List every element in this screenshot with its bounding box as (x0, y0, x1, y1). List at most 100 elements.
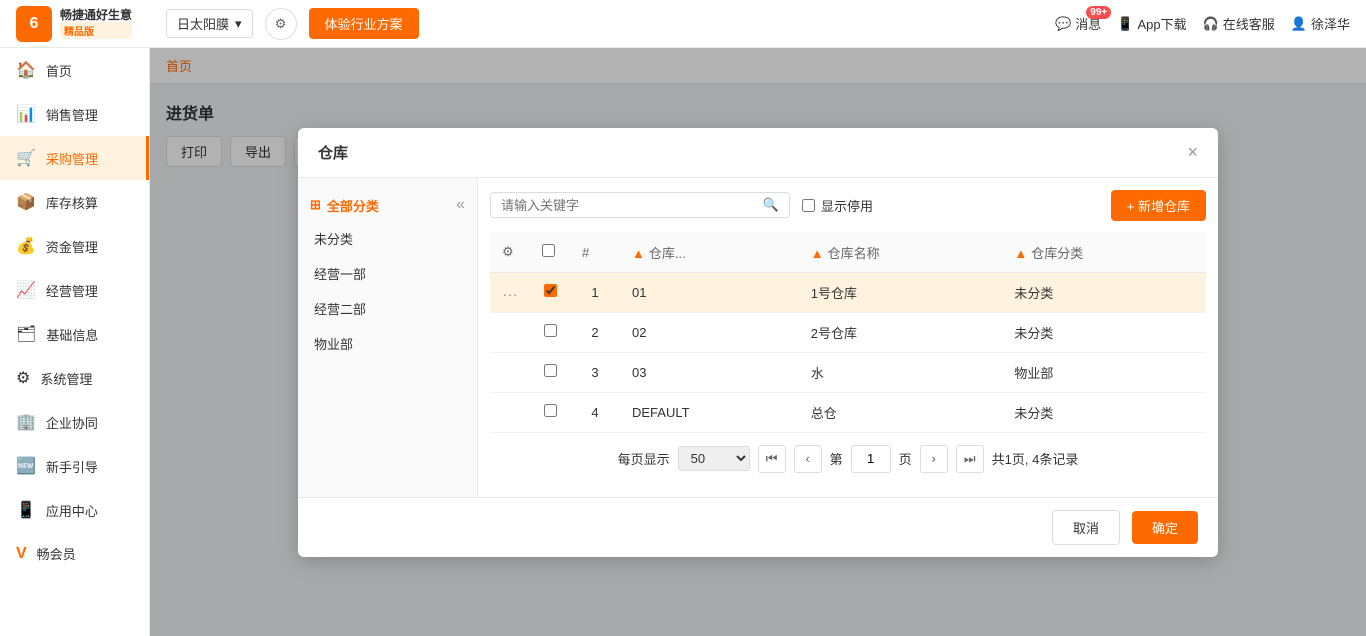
search-icon: 🔍 (763, 197, 779, 213)
modal-overlay: 仓库 × ⊞ 全部分类 « 未分类 (150, 48, 1366, 636)
sales-icon: 📊 (16, 104, 36, 124)
user-profile-button[interactable]: 👤 徐泽华 (1291, 14, 1350, 33)
search-box: 🔍 (490, 192, 790, 218)
row-code-3: 03 (620, 352, 799, 392)
pagination: 每页显示 50 100 200 ⏮ ‹ (490, 433, 1206, 485)
row-actions: … (490, 272, 530, 312)
sidebar-label-member: 畅会员 (37, 544, 76, 563)
next-page-button[interactable]: › (920, 445, 948, 473)
message-badge: 99+ (1086, 6, 1111, 19)
row-actions-2 (490, 312, 530, 352)
row-checkbox[interactable] (544, 404, 557, 417)
app-download-button[interactable]: 📱 App下载 (1117, 14, 1186, 33)
sidebar-item-sales[interactable]: 📊 销售管理 (0, 92, 149, 136)
last-page-button[interactable]: ⏭ (956, 445, 984, 473)
modal-header: 仓库 × (298, 128, 1218, 178)
sidebar-label-inventory: 库存核算 (46, 193, 98, 212)
logo-area: 6 畅捷通好生意 精品版 (16, 6, 166, 42)
system-icon: ⚙ (16, 368, 30, 388)
sidebar-label-sales: 销售管理 (46, 105, 98, 124)
table-head: ⚙ # ▲仓库... ▲仓库名称 ▲仓库分类 (490, 233, 1206, 273)
sidebar-item-guide[interactable]: 🆕 新手引导 (0, 444, 149, 488)
prev-page-button[interactable]: ‹ (794, 445, 822, 473)
confirm-button[interactable]: 确定 (1132, 511, 1198, 544)
table-toolbar: 🔍 显示停用 + 新增仓库 (490, 190, 1206, 221)
cancel-button[interactable]: 取消 (1052, 510, 1120, 545)
category-item-unclassified[interactable]: 未分类 (298, 221, 477, 256)
th-gear: ⚙ (490, 233, 530, 273)
sidebar-label-purchase: 采购管理 (46, 149, 98, 168)
table-panel: 🔍 显示停用 + 新增仓库 (478, 178, 1218, 497)
prev-page-icon: ‹ (805, 451, 809, 466)
sidebar-item-basic[interactable]: 🗂 基础信息 (0, 312, 149, 356)
message-button[interactable]: 💬 消息 99+ (1055, 14, 1101, 33)
sidebar-label-app-center: 应用中心 (46, 501, 98, 520)
top-header: 6 畅捷通好生意 精品版 日太阳膜 ▾ ⚙ 体验行业方案 💬 消息 99+ 📱 … (0, 0, 1366, 48)
sidebar-item-app-center[interactable]: 📱 应用中心 (0, 488, 149, 532)
header-center: 日太阳膜 ▾ ⚙ 体验行业方案 (166, 8, 1055, 40)
table-row[interactable]: 3 03 水 物业部 (490, 352, 1206, 392)
home-icon: 🏠 (16, 60, 36, 80)
row-num-1: 1 (570, 272, 620, 312)
sidebar-item-member[interactable]: V 畅会员 (0, 532, 149, 575)
table-row[interactable]: 4 DEFAULT 总仓 未分类 (490, 392, 1206, 432)
sidebar-item-inventory[interactable]: 📦 库存核算 (0, 180, 149, 224)
logo-badge: 精品版 (60, 22, 132, 39)
sidebar-item-enterprise[interactable]: 🏢 企业协同 (0, 400, 149, 444)
category-item-dept2[interactable]: 经营二部 (298, 291, 477, 326)
settings-button[interactable]: ⚙ (265, 8, 297, 40)
per-page-label: 每页显示 (618, 449, 670, 468)
avatar-icon: 👤 (1291, 16, 1307, 32)
show-disabled-checkbox[interactable] (802, 199, 815, 212)
sidebar-label-home: 首页 (46, 61, 72, 80)
store-selector[interactable]: 日太阳膜 ▾ (166, 9, 253, 38)
next-page-icon: › (932, 451, 936, 466)
message-icon: 💬 (1055, 16, 1071, 32)
row-checkbox[interactable] (544, 364, 557, 377)
sidebar-item-home[interactable]: 🏠 首页 (0, 48, 149, 92)
collapse-button[interactable]: « (456, 196, 465, 214)
sidebar-item-purchase[interactable]: 🛒 采购管理 (0, 136, 149, 180)
sidebar-label-basic: 基础信息 (46, 325, 98, 344)
row-code-2: 02 (620, 312, 799, 352)
modal-body: ⊞ 全部分类 « 未分类 经营一部 经营二部 物业部 (298, 178, 1218, 497)
table-row[interactable]: … 1 01 1号仓库 未分类 (490, 272, 1206, 312)
modal-close-button[interactable]: × (1187, 142, 1198, 163)
row-checkbox[interactable] (544, 284, 557, 297)
per-page-select[interactable]: 50 100 200 (678, 446, 750, 471)
category-panel: ⊞ 全部分类 « 未分类 经营一部 经营二部 物业部 (298, 178, 478, 497)
sidebar-item-operation[interactable]: 📈 经营管理 (0, 268, 149, 312)
sidebar-item-system[interactable]: ⚙ 系统管理 (0, 356, 149, 400)
select-all-checkbox[interactable] (542, 244, 555, 257)
row-actions-4 (490, 392, 530, 432)
th-check (530, 233, 570, 273)
category-all[interactable]: ⊞ 全部分类 (310, 196, 379, 215)
first-page-button[interactable]: ⏮ (758, 445, 786, 473)
category-item-property[interactable]: 物业部 (298, 326, 477, 361)
warehouse-modal: 仓库 × ⊞ 全部分类 « 未分类 (298, 128, 1218, 557)
row-checkbox[interactable] (544, 324, 557, 337)
category-item-dept1[interactable]: 经营一部 (298, 256, 477, 291)
row-name-4: 总仓 (799, 392, 1003, 432)
row-actions-3 (490, 352, 530, 392)
online-service-button[interactable]: 🎧 在线客服 (1203, 14, 1275, 33)
logo-text: 畅捷通好生意 (60, 8, 132, 22)
th-code: ▲仓库... (620, 233, 799, 273)
page-number-input[interactable] (851, 445, 891, 473)
header-right: 💬 消息 99+ 📱 App下载 🎧 在线客服 👤 徐泽华 (1055, 14, 1350, 33)
table-row[interactable]: 2 02 2号仓库 未分类 (490, 312, 1206, 352)
app-body: 🏠 首页 📊 销售管理 🛒 采购管理 📦 库存核算 💰 资金管理 📈 经营管理 … (0, 48, 1366, 636)
trial-button[interactable]: 体验行业方案 (309, 8, 419, 39)
new-warehouse-button[interactable]: + 新增仓库 (1111, 190, 1206, 221)
row-code-1: 01 (620, 272, 799, 312)
row-num-2: 2 (570, 312, 620, 352)
category-all-label: 全部分类 (327, 196, 379, 215)
basic-icon: 🗂 (16, 324, 36, 344)
inventory-icon: 📦 (16, 192, 36, 212)
show-disabled-toggle[interactable]: 显示停用 (802, 196, 873, 215)
page-unit: 页 (899, 449, 912, 468)
search-input[interactable] (501, 198, 755, 213)
warehouse-table: ⚙ # ▲仓库... ▲仓库名称 ▲仓库分类 (490, 233, 1206, 433)
sidebar-item-finance[interactable]: 💰 资金管理 (0, 224, 149, 268)
store-name: 日太阳膜 (177, 14, 229, 33)
